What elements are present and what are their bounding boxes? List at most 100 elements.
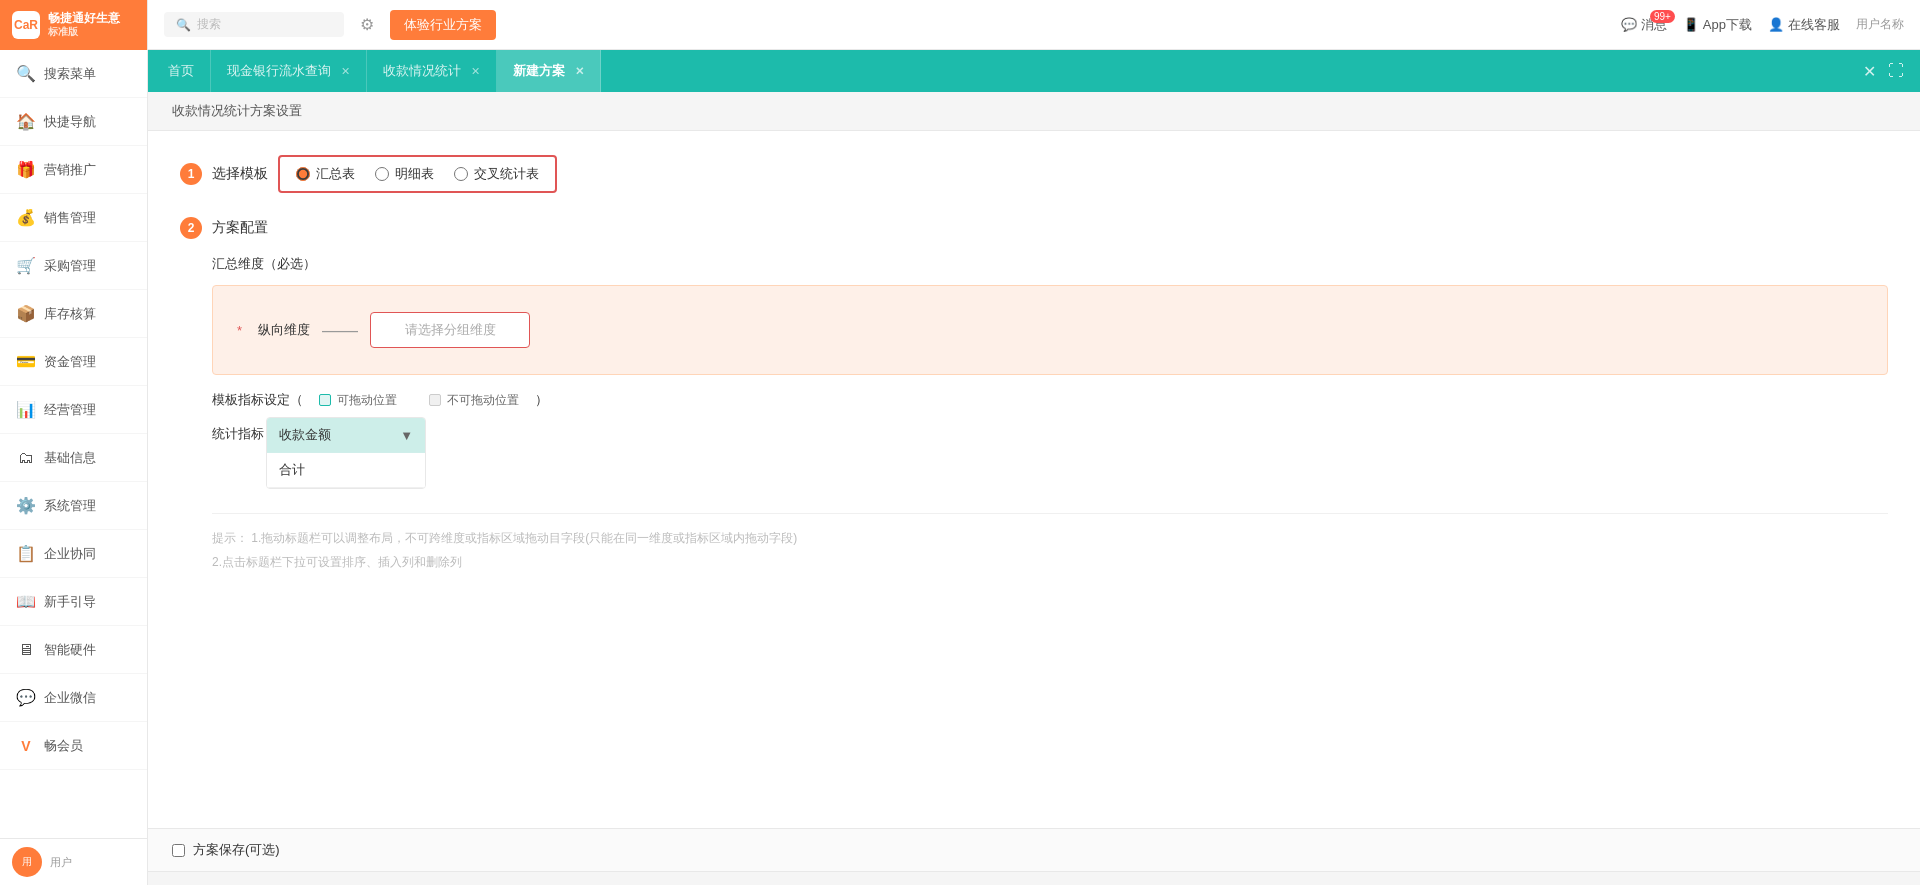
sidebar: CaR 畅捷通好生意 标准版 🔍 搜索菜单 🏠 快捷导航 🎁 营销推广 💰 销售…	[0, 0, 148, 885]
app-name: 畅捷通好生意	[48, 11, 120, 25]
box-icon: 📦	[16, 304, 36, 323]
search-placeholder: 搜索	[197, 16, 221, 33]
download-icon: 📱	[1683, 17, 1699, 32]
step1-number: 1	[180, 163, 202, 185]
book-icon: 📖	[16, 592, 36, 611]
collab-icon: 📋	[16, 544, 36, 563]
template-selection: 汇总表 明细表 交叉统计表	[278, 155, 557, 193]
metrics-column-header: 收款金额 ▼	[267, 418, 425, 453]
radio-summary-input[interactable]	[296, 167, 310, 181]
dimension-title: 汇总维度（必选）	[212, 255, 1888, 273]
sidebar-item-finance[interactable]: 💳 资金管理	[0, 338, 147, 386]
trial-button[interactable]: 体验行业方案	[390, 10, 496, 40]
metrics-grid-container: 统计指标 收款金额 ▼ 合计	[212, 417, 1888, 489]
step1-header: 1 选择模板 汇总表 明细表 交叉统计表	[180, 155, 1888, 193]
sidebar-item-label: 企业微信	[44, 689, 96, 707]
sidebar-item-label: 新手引导	[44, 593, 96, 611]
step1-section: 1 选择模板 汇总表 明细表 交叉统计表	[180, 155, 1888, 193]
search-bar[interactable]: 🔍 搜索	[164, 12, 344, 37]
money-icon: 💰	[16, 208, 36, 227]
sidebar-item-label: 库存核算	[44, 305, 96, 323]
sidebar-item-label: 搜索菜单	[44, 65, 96, 83]
sidebar-item-label: 快捷导航	[44, 113, 96, 131]
metrics-section: 模板指标设定（ 可拖动位置 不可拖动位置 ）	[212, 391, 1888, 489]
step1-title: 选择模板	[212, 165, 268, 183]
movable-dot	[319, 394, 331, 406]
sidebar-item-vip[interactable]: V 畅会员	[0, 722, 147, 770]
save-option: 方案保存(可选)	[148, 828, 1920, 871]
tab-bank-flow[interactable]: 现金银行流水查询 ✕	[211, 50, 367, 92]
radio-detail[interactable]: 明细表	[375, 165, 434, 183]
bottom-bar: 取消 查询	[148, 871, 1920, 885]
sidebar-item-hardware[interactable]: 🖥 智能硬件	[0, 626, 147, 674]
required-star: *	[237, 323, 242, 338]
tabs-actions: ✕ ⛶	[1851, 62, 1916, 81]
legend-movable: 可拖动位置	[319, 392, 397, 409]
sidebar-item-guide[interactable]: 📖 新手引导	[0, 578, 147, 626]
tab-receipts-stats[interactable]: 收款情况统计 ✕	[367, 50, 497, 92]
movable-label: 可拖动位置	[337, 392, 397, 409]
tab-receipts-close[interactable]: ✕	[471, 65, 480, 78]
tip-line2: 2.点击标题栏下拉可设置排序、插入列和删除列	[212, 550, 1888, 574]
tab-bank-flow-close[interactable]: ✕	[341, 65, 350, 78]
radio-detail-input[interactable]	[375, 167, 389, 181]
sidebar-item-label: 基础信息	[44, 449, 96, 467]
radio-detail-label: 明细表	[395, 165, 434, 183]
notification-button[interactable]: 💬 消息 99+	[1621, 16, 1667, 34]
user-name[interactable]: 用户	[50, 855, 72, 870]
step2-number: 2	[180, 217, 202, 239]
search-icon: 🔍	[176, 18, 191, 32]
sidebar-item-label: 营销推广	[44, 161, 96, 179]
topbar: 🔍 搜索 ⚙ 体验行业方案 💬 消息 99+ 📱 App下载 👤 在线客服 用户…	[148, 0, 1920, 50]
tab-home[interactable]: 首页	[152, 50, 211, 92]
sidebar-item-marketing[interactable]: 🎁 营销推广	[0, 146, 147, 194]
sidebar-item-label: 智能硬件	[44, 641, 96, 659]
minimize-icon[interactable]: ✕	[1863, 62, 1876, 81]
column-dropdown-icon[interactable]: ▼	[400, 428, 413, 443]
sidebar-item-label: 销售管理	[44, 209, 96, 227]
settings-icon: ⚙️	[16, 496, 36, 515]
sidebar-item-search-menu[interactable]: 🔍 搜索菜单	[0, 50, 147, 98]
sidebar-item-wechat[interactable]: 💬 企业微信	[0, 674, 147, 722]
folder-icon: 🗂	[16, 449, 36, 467]
tab-new-plan[interactable]: 新建方案 ✕	[497, 50, 601, 92]
app-download-button[interactable]: 📱 App下载	[1683, 16, 1752, 34]
sidebar-item-purchase[interactable]: 🛒 采购管理	[0, 242, 147, 290]
cart-icon: 🛒	[16, 256, 36, 275]
form-container: 1 选择模板 汇总表 明细表 交叉统计表	[148, 131, 1920, 828]
chat-icon: 💬	[16, 688, 36, 707]
monitor-icon: 🖥	[16, 641, 36, 659]
sidebar-item-basics[interactable]: 🗂 基础信息	[0, 434, 147, 482]
radio-summary-label: 汇总表	[316, 165, 355, 183]
radio-cross-input[interactable]	[454, 167, 468, 181]
sidebar-item-label: 畅会员	[44, 737, 83, 755]
home-icon: 🏠	[16, 112, 36, 131]
sidebar-item-operations[interactable]: 📊 经营管理	[0, 386, 147, 434]
tab-bar: 首页 现金银行流水查询 ✕ 收款情况统计 ✕ 新建方案 ✕ ✕ ⛶	[148, 50, 1920, 92]
radio-summary[interactable]: 汇总表	[296, 165, 355, 183]
tips-section: 提示： 1.拖动标题栏可以调整布局，不可跨维度或指标区域拖动目字段(只能在同一维…	[212, 513, 1888, 574]
message-icon: 💬	[1621, 17, 1637, 32]
search-icon: 🔍	[16, 64, 36, 83]
fixed-dot	[429, 394, 441, 406]
sidebar-item-system[interactable]: ⚙️ 系统管理	[0, 482, 147, 530]
dimension-select[interactable]: 请选择分组维度	[370, 312, 530, 348]
tab-bank-flow-label: 现金银行流水查询	[227, 62, 331, 80]
step2-title: 方案配置	[212, 219, 268, 237]
service-icon: 👤	[1768, 17, 1784, 32]
online-service-button[interactable]: 👤 在线客服	[1768, 16, 1840, 34]
maximize-icon[interactable]: ⛶	[1888, 62, 1904, 80]
fixed-label: 不可拖动位置	[447, 392, 519, 409]
sidebar-item-quick-nav[interactable]: 🏠 快捷导航	[0, 98, 147, 146]
sidebar-item-inventory[interactable]: 📦 库存核算	[0, 290, 147, 338]
save-checkbox[interactable]	[172, 844, 185, 857]
sidebar-item-enterprise[interactable]: 📋 企业协同	[0, 530, 147, 578]
sidebar-item-sales[interactable]: 💰 销售管理	[0, 194, 147, 242]
arrow-icon: ——	[322, 320, 358, 341]
tab-new-plan-close[interactable]: ✕	[575, 65, 584, 78]
card-icon: 💳	[16, 352, 36, 371]
settings-icon[interactable]: ⚙	[360, 15, 374, 34]
sidebar-bottom: 用 用户	[0, 838, 147, 885]
radio-cross[interactable]: 交叉统计表	[454, 165, 539, 183]
user-avatar: 用	[12, 847, 42, 877]
